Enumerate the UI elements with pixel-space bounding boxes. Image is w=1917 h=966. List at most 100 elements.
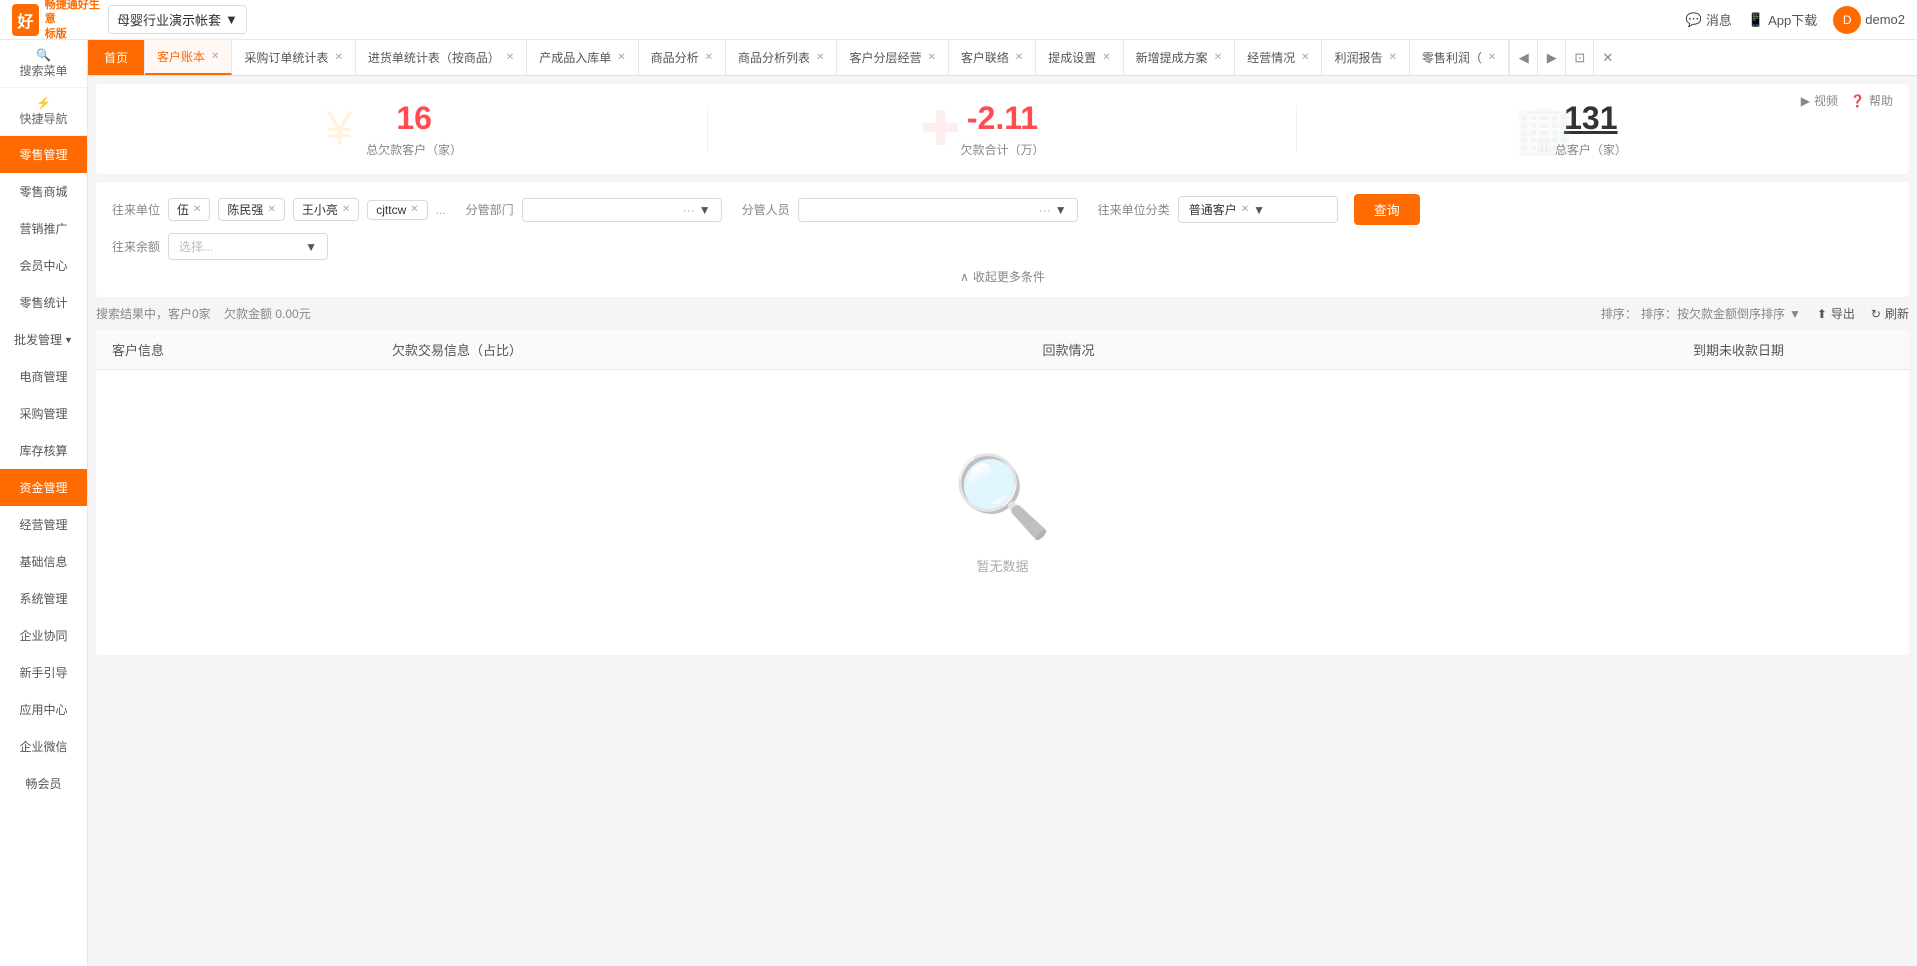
top-bar-left: 好 畅捷通好生意 标版 母婴行业演示帐套 ▼ [12,0,247,41]
tab-close-icon[interactable]: ✕ [1015,52,1023,63]
sidebar-item-enterprise-wechat[interactable]: 企业微信 [0,728,87,765]
refresh-btn[interactable]: ↻ 刷新 [1871,305,1909,322]
tab-next-btn[interactable]: ▶ [1537,40,1565,75]
store-selector[interactable]: 母婴行业演示帐套 ▼ [108,5,247,34]
tab-customer-account[interactable]: 客户账本 ✕ [145,40,232,75]
user-avatar-btn[interactable]: D demo2 [1833,6,1905,34]
sidebar-item-ecommerce[interactable]: 电商管理 [0,358,87,395]
tab-close-icon[interactable]: ✕ [506,52,514,63]
sidebar-item-member-vip[interactable]: 畅会员 [0,765,87,802]
credit-customers-label: 总欠款客户（家） [366,141,462,158]
unit-type-select[interactable]: 普通客户 ✕ ▼ [1178,196,1338,223]
query-button[interactable]: 查询 [1354,194,1420,225]
tab-operations[interactable]: 经营情况 ✕ [1235,40,1322,75]
app-download-btn[interactable]: 📱 App下载 [1748,10,1817,29]
refresh-icon: ↻ [1871,307,1881,321]
col-customer-info: 客户信息 [112,340,392,359]
nav-icon: ⚡ [8,96,79,110]
tab-goods-analysis-list[interactable]: 商品分析列表 ✕ [726,40,837,75]
tab-retail-profit[interactable]: 零售利润（ ✕ [1410,40,1509,75]
sidebar-quick-nav[interactable]: ⚡ 快捷导航 [0,88,87,136]
chevron-down-icon: ▼ [1789,307,1801,321]
stat-total-customers: 🏢 131 总客户（家） [1297,100,1885,158]
sidebar-item-retail-mall[interactable]: 零售商城 [0,173,87,210]
sidebar-item-operations[interactable]: 经营管理 [0,506,87,543]
filter-tag-normal-customer[interactable]: 普通客户 ✕ [1189,201,1249,218]
balance-select[interactable]: 选择... ▼ [168,233,328,260]
remove-icon[interactable]: ✕ [267,204,275,215]
tab-new-plan[interactable]: 新增提成方案 ✕ [1124,40,1235,75]
remove-icon[interactable]: ✕ [1241,204,1249,215]
tab-home[interactable]: 首页 [88,40,145,75]
sort-selector[interactable]: 排序： 排序：按欠款金额倒序排序 ▼ [1601,305,1801,322]
sidebar-item-marketing[interactable]: 营销推广 [0,210,87,247]
tab-profit-report[interactable]: 利润报告 ✕ [1322,40,1409,75]
avatar: D [1833,6,1861,34]
tab-customer-connect[interactable]: 客户联络 ✕ [949,40,1036,75]
filter-tag-chen[interactable]: 陈民强 ✕ [218,198,284,221]
filter-tag-wu[interactable]: 伍 ✕ [168,198,210,221]
ellipsis-icon: ··· [1039,203,1051,217]
tab-purchase-order[interactable]: 采购订单统计表 ✕ [232,40,355,75]
sidebar-item-wholesale[interactable]: 批发管理 ▼ [0,321,87,358]
sidebar-item-system[interactable]: 系统管理 [0,580,87,617]
collapse-btn[interactable]: ∧ 收起更多条件 [112,268,1893,285]
sidebar-item-purchase[interactable]: 采购管理 [0,395,87,432]
sidebar-item-retail[interactable]: 零售管理 [0,136,87,173]
person-select[interactable]: ··· ▼ [798,198,1078,222]
logo-icon: 好 [12,4,39,36]
sidebar-search[interactable]: 🔍 搜索菜单 [0,40,87,88]
filter-tag-cjttcw[interactable]: cjttcw ✕ [367,200,427,220]
tab-inventory-stats[interactable]: 进货单统计表（按商品） ✕ [356,40,527,75]
sidebar-item-new-guide[interactable]: 新手引导 [0,654,87,691]
filter-tag-wang[interactable]: 王小亮 ✕ [293,198,359,221]
search-icon: 🔍 [8,48,79,62]
filter-more-btn[interactable]: ... [436,203,446,217]
tab-close-icon[interactable]: ✕ [334,52,342,63]
tab-close-icon[interactable]: ✕ [1488,52,1496,63]
remove-icon[interactable]: ✕ [193,204,201,215]
sidebar-item-basic-info[interactable]: 基础信息 [0,543,87,580]
tab-improve-settings[interactable]: 提成设置 ✕ [1036,40,1123,75]
tab-close-icon[interactable]: ✕ [816,52,824,63]
balance-filter-label: 往来余额 [112,238,160,255]
remove-icon[interactable]: ✕ [410,204,418,215]
tab-close-all-btn[interactable]: ✕ [1593,40,1621,75]
tab-menu-btn[interactable]: ⊡ [1565,40,1593,75]
sidebar-item-inventory[interactable]: 库存核算 [0,432,87,469]
tab-close-icon[interactable]: ✕ [1102,52,1110,63]
stats-row: ▶ 视频 ❓ 帮助 ¥ 16 总欠款客户（家） [96,84,1909,174]
stat-credit-customers: ¥ 16 总欠款客户（家） [120,100,708,158]
tab-close-icon[interactable]: ✕ [1389,52,1397,63]
export-btn[interactable]: ⬆ 导出 [1817,305,1855,322]
sidebar-item-finance[interactable]: 资金管理 [0,469,87,506]
col-repayment: 回款情况 [1043,340,1694,359]
sidebar-item-enterprise-coop[interactable]: 企业协同 [0,617,87,654]
tab-close-icon[interactable]: ✕ [617,52,625,63]
sidebar: 🔍 搜索菜单 ⚡ 快捷导航 零售管理 零售商城 营销推广 会员中心 零售统计 批… [0,40,88,966]
tab-customer-segment[interactable]: 客户分层经营 ✕ [837,40,948,75]
empty-label: 暂无数据 [976,556,1028,575]
sidebar-item-membership[interactable]: 会员中心 [0,247,87,284]
logo: 好 畅捷通好生意 标版 [12,0,100,41]
tab-close-icon[interactable]: ✕ [211,51,219,62]
sidebar-item-app-center[interactable]: 应用中心 [0,691,87,728]
tab-prev-btn[interactable]: ◀ [1509,40,1537,75]
tab-goods-analysis[interactable]: 商品分析 ✕ [639,40,726,75]
result-summary: 搜索结果中，客户0家 欠款金额 0.00元 [96,305,311,322]
result-actions: 排序： 排序：按欠款金额倒序排序 ▼ ⬆ 导出 ↻ 刷新 [1601,305,1909,322]
sidebar-item-retail-stats[interactable]: 零售统计 [0,284,87,321]
logo-text: 畅捷通好生意 标版 [45,0,100,41]
message-btn[interactable]: 💬 消息 [1686,10,1732,29]
tab-close-icon[interactable]: ✕ [705,52,713,63]
chevron-down-icon: ▼ [64,335,73,345]
tab-close-icon[interactable]: ✕ [1214,52,1222,63]
remove-icon[interactable]: ✕ [342,204,350,215]
tab-close-icon[interactable]: ✕ [1301,52,1309,63]
top-bar: 好 畅捷通好生意 标版 母婴行业演示帐套 ▼ 💬 消息 📱 App下载 D de… [0,0,1917,40]
ellipsis-icon: ··· [683,203,695,217]
dept-select[interactable]: ··· ▼ [522,198,722,222]
col-credit-info: 欠款交易信息（占比） [392,340,1043,359]
tab-product-entry[interactable]: 产成品入库单 ✕ [527,40,638,75]
tab-close-icon[interactable]: ✕ [927,52,935,63]
